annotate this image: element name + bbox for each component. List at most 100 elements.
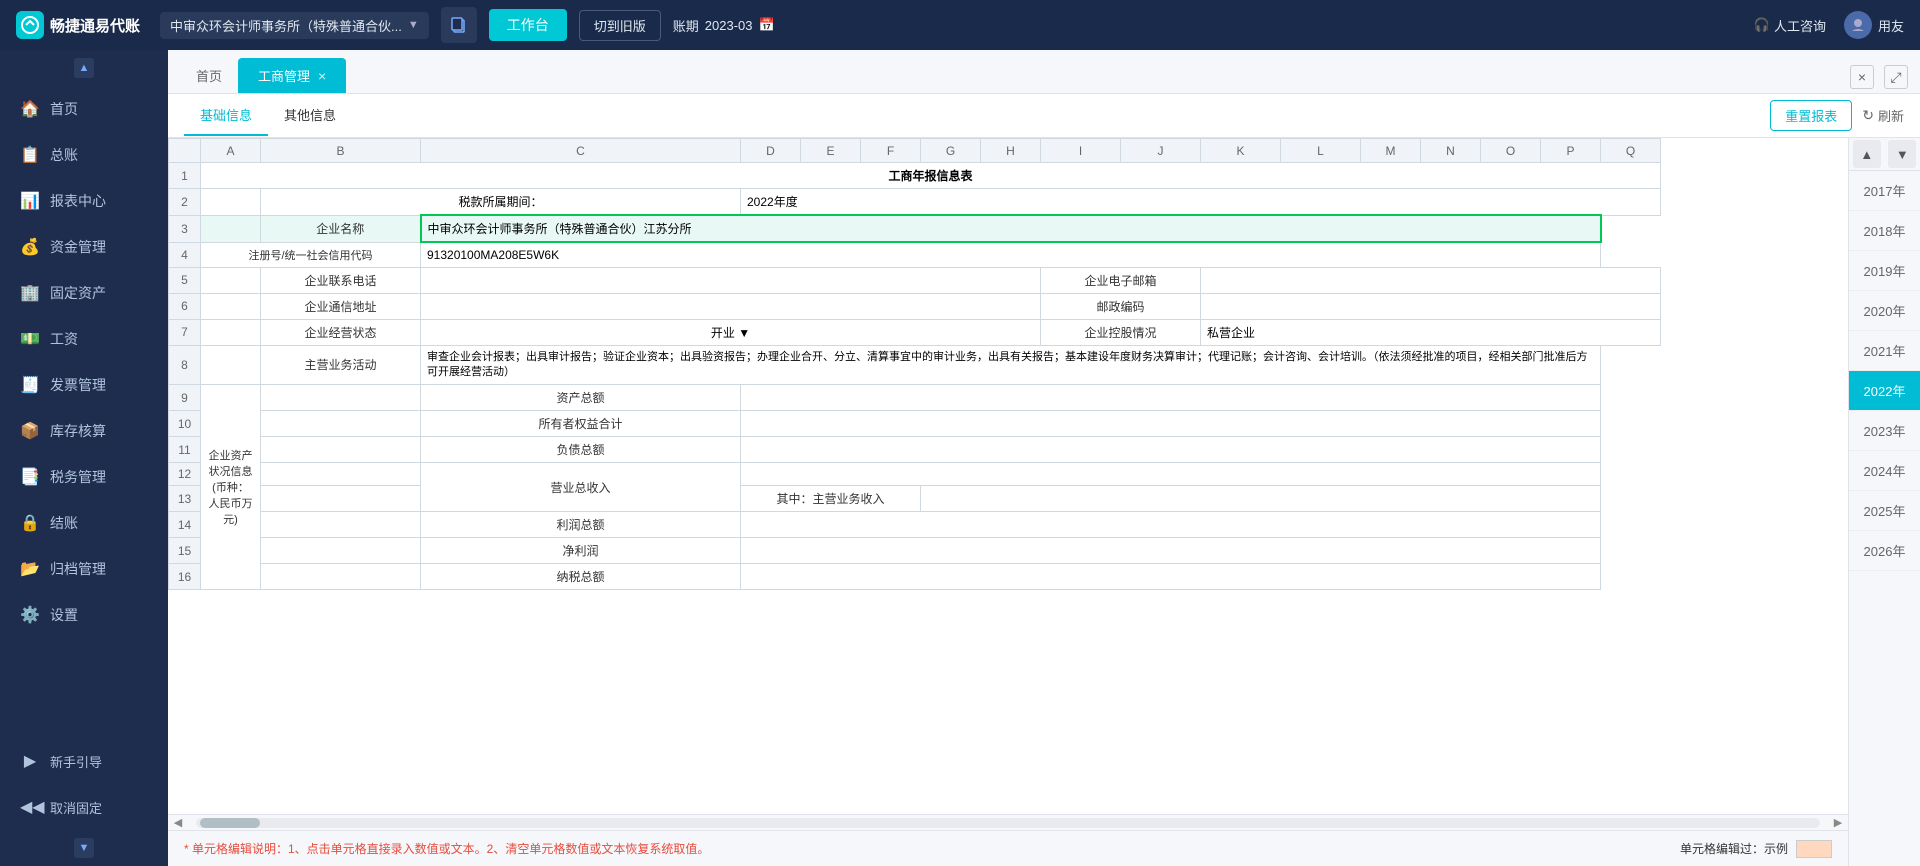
sidebar-item-salary[interactable]: 💵 工资 (0, 316, 168, 362)
year-item-2020[interactable]: 2020年 (1849, 291, 1920, 331)
year-item-2019[interactable]: 2019年 (1849, 251, 1920, 291)
sidebar-scroll-up[interactable]: ▲ (0, 50, 168, 86)
sidebar-item-tax[interactable]: 📑 税务管理 (0, 454, 168, 500)
tab-gongshang[interactable]: 工商管理 × (238, 58, 346, 93)
cell-4c[interactable]: 91320100MA208E5W6K (421, 242, 1601, 267)
cell-10d[interactable] (741, 411, 1601, 437)
sidebar-item-ledger[interactable]: 📋 总账 (0, 132, 168, 178)
cell-7a[interactable] (201, 319, 261, 345)
sub-tab-other[interactable]: 其他信息 (268, 95, 352, 136)
col-header-m[interactable]: M (1361, 139, 1421, 163)
sidebar-item-inventory[interactable]: 📦 库存核算 (0, 408, 168, 454)
cell-5b[interactable]: 企业联系电话 (261, 267, 421, 293)
cell-2b[interactable]: 税款所属期间： (261, 189, 741, 216)
cell-12c[interactable]: 营业总收入 (421, 463, 741, 512)
col-header-p[interactable]: P (1541, 139, 1601, 163)
col-header-l[interactable]: L (1281, 139, 1361, 163)
scroll-right-arrow[interactable]: ▶ (1828, 815, 1848, 831)
year-item-2025[interactable]: 2025年 (1849, 491, 1920, 531)
cell-5j[interactable]: 企业电子邮箱 (1041, 267, 1201, 293)
cell-title[interactable]: 工商年报信息表 (201, 163, 1661, 189)
cell-10c[interactable]: 所有者权益合计 (421, 411, 741, 437)
cell-12b[interactable] (261, 463, 421, 486)
cell-11d[interactable] (741, 437, 1601, 463)
tab-home[interactable]: 首页 (180, 58, 238, 93)
year-item-2023[interactable]: 2023年 (1849, 411, 1920, 451)
sub-tab-basic[interactable]: 基础信息 (184, 95, 268, 136)
sheet-wrapper[interactable]: A B C D E F G H I J K L (168, 138, 1848, 814)
company-selector[interactable]: 中审众环会计师事务所（特殊普通合伙... ▼ (160, 12, 429, 39)
sidebar-item-archive[interactable]: 📂 归档管理 (0, 546, 168, 592)
col-header-n[interactable]: N (1421, 139, 1481, 163)
cell-11b[interactable] (261, 437, 421, 463)
cell-8c[interactable]: 审查企业会计报表；出具审计报告；验证企业资本；出具验资报告；办理企业合开、分立、… (421, 345, 1601, 385)
cell-12d[interactable] (741, 463, 1601, 486)
scroll-left-arrow[interactable]: ◀ (168, 815, 188, 831)
horizontal-scrollbar[interactable]: ◀ ▶ (168, 814, 1848, 830)
cell-13d[interactable]: 其中：主营业务收入 (741, 486, 921, 512)
scroll-thumb[interactable] (200, 818, 260, 828)
cell-9c[interactable]: 资产总额 (421, 385, 741, 411)
sidebar-item-setting[interactable]: ⚙️ 设置 (0, 592, 168, 638)
cell-14d[interactable] (741, 512, 1601, 538)
cell-15d[interactable] (741, 538, 1601, 564)
cell-7l[interactable]: 私营企业 (1201, 319, 1661, 345)
cell-7c[interactable]: 开业 ▼ (421, 319, 1041, 345)
cell-6b[interactable]: 企业通信地址 (261, 293, 421, 319)
sidebar-item-unpin[interactable]: ◀◀ 取消固定 (0, 784, 168, 830)
sidebar-scroll-down[interactable]: ▼ (0, 830, 168, 866)
cell-16c[interactable]: 纳税总额 (421, 564, 741, 590)
cell-13b[interactable] (261, 486, 421, 512)
col-header-k[interactable]: K (1201, 139, 1281, 163)
year-item-2017[interactable]: 2017年 (1849, 171, 1920, 211)
cell-6a[interactable] (201, 293, 261, 319)
cell-16d[interactable] (741, 564, 1601, 590)
cell-5a[interactable] (201, 267, 261, 293)
sidebar-item-report[interactable]: 📊 报表中心 (0, 178, 168, 224)
col-header-j[interactable]: J (1121, 139, 1201, 163)
expand-button[interactable]: ⤢ (1884, 65, 1908, 89)
cell-7j[interactable]: 企业控股情况 (1041, 319, 1201, 345)
cell-2c[interactable]: 2022年度 (741, 189, 1661, 216)
cell-3a[interactable] (201, 215, 261, 242)
col-header-e[interactable]: E (801, 139, 861, 163)
cell-2a[interactable] (201, 189, 261, 216)
cell-14c[interactable]: 利润总额 (421, 512, 741, 538)
year-down-arrow[interactable]: ▼ (1888, 140, 1916, 168)
cell-7b[interactable]: 企业经营状态 (261, 319, 421, 345)
sidebar-item-fund[interactable]: 💰 资金管理 (0, 224, 168, 270)
user-menu[interactable]: 用友 (1844, 11, 1904, 39)
cell-asset-group[interactable]: 企业资产状况信息(币种：人民币万元) (201, 385, 261, 590)
cell-3c-company-name[interactable]: 中审众环会计师事务所（特殊普通合伙）江苏分所 (421, 215, 1601, 242)
calendar-icon[interactable]: 📅 (759, 17, 775, 33)
year-item-2018[interactable]: 2018年 (1849, 211, 1920, 251)
close-all-button[interactable]: × (1850, 65, 1874, 89)
scroll-track[interactable] (196, 818, 1820, 828)
refresh-button[interactable]: ↻ 刷新 (1862, 106, 1904, 125)
year-item-2026[interactable]: 2026年 (1849, 531, 1920, 571)
cell-6l[interactable] (1201, 293, 1661, 319)
year-item-2024[interactable]: 2024年 (1849, 451, 1920, 491)
col-header-h[interactable]: H (981, 139, 1041, 163)
cell-16b[interactable] (261, 564, 421, 590)
year-up-arrow[interactable]: ▲ (1853, 140, 1881, 168)
cell-6j[interactable]: 邮政编码 (1041, 293, 1201, 319)
sidebar-item-close[interactable]: 🔒 结账 (0, 500, 168, 546)
cell-4ab[interactable]: 注册号/统一社会信用代码 (201, 242, 421, 267)
col-header-i[interactable]: I (1041, 139, 1121, 163)
switch-version-button[interactable]: 切到旧版 (579, 10, 661, 41)
cell-5c[interactable] (421, 267, 1041, 293)
col-header-g[interactable]: G (921, 139, 981, 163)
cell-8a[interactable] (201, 345, 261, 385)
year-item-2022[interactable]: 2022年 (1849, 371, 1920, 411)
cell-5l[interactable] (1201, 267, 1661, 293)
tab-close-icon[interactable]: × (318, 68, 326, 84)
cell-9b[interactable] (261, 385, 421, 411)
cell-8b[interactable]: 主营业务活动 (261, 345, 421, 385)
workbench-button[interactable]: 工作台 (489, 9, 567, 41)
col-header-o[interactable]: O (1481, 139, 1541, 163)
sidebar-item-newguide[interactable]: ▶ 新手引导 (0, 738, 168, 784)
sidebar-item-home[interactable]: 🏠 首页 (0, 86, 168, 132)
col-header-a[interactable]: A (201, 139, 261, 163)
sidebar-item-invoice[interactable]: 🧾 发票管理 (0, 362, 168, 408)
